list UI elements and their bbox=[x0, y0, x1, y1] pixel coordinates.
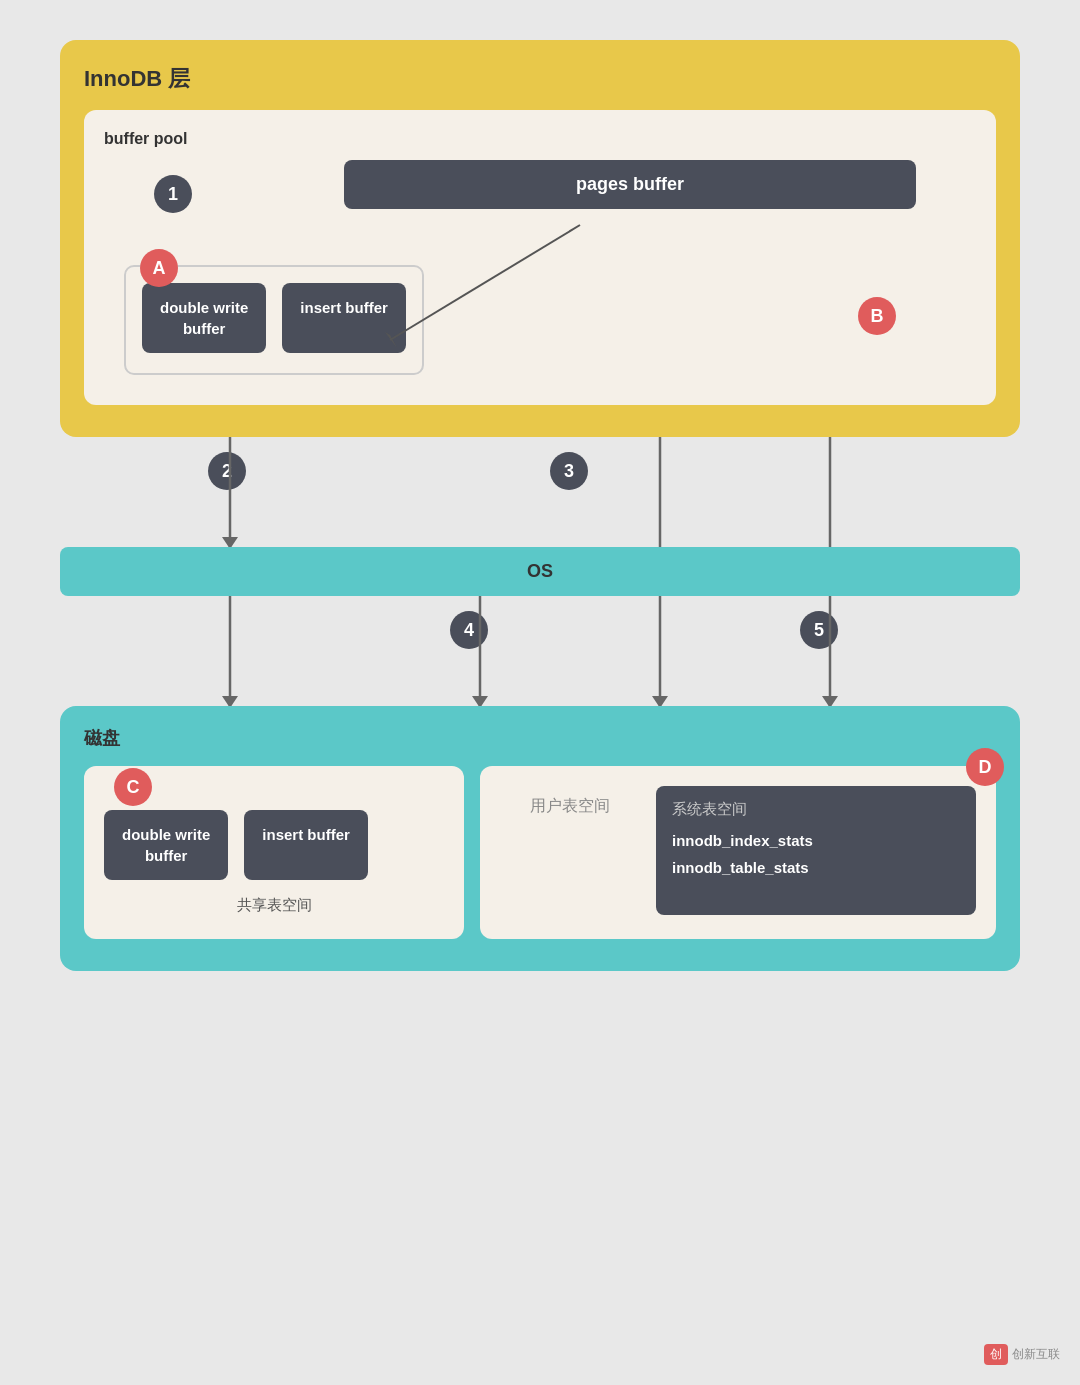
disk-inner: C double writebuffer insert buffer 共享表空间… bbox=[84, 766, 996, 939]
double-write-buffer-disk: double writebuffer bbox=[104, 810, 228, 880]
arrows-svg-2 bbox=[60, 596, 1020, 706]
pages-buffer-bar: pages buffer bbox=[344, 160, 916, 209]
badge-A: A bbox=[140, 249, 178, 287]
disk-section: 磁盘 C double writebuffer insert buffer 共享… bbox=[60, 706, 1020, 971]
badge-B: B bbox=[858, 297, 896, 335]
innodb-table-stats: innodb_table_stats bbox=[672, 854, 960, 881]
svg-marker-5 bbox=[222, 696, 238, 706]
badge-3: 3 bbox=[550, 452, 588, 490]
arrows-section-2: 4 5 bbox=[60, 596, 1020, 706]
buffer-pool-label: buffer pool bbox=[104, 130, 976, 148]
os-bar: OS bbox=[60, 547, 1020, 596]
user-system-space: D 用户表空间 系统表空间 innodb_index_stats innodb_… bbox=[480, 766, 996, 939]
system-tablespace: 系统表空间 innodb_index_stats innodb_table_st… bbox=[656, 786, 976, 915]
insert-buffer-disk: insert buffer bbox=[244, 810, 368, 880]
arrows-svg-1 bbox=[60, 437, 1020, 547]
buffer-pool: buffer pool pages buffer 1 A bbox=[84, 110, 996, 405]
shared-space: C double writebuffer insert buffer 共享表空间 bbox=[84, 766, 464, 939]
left-section: A double writebuffer insert buffer bbox=[124, 235, 424, 375]
inner-box: A double writebuffer insert buffer bbox=[124, 265, 424, 375]
badge-4: 4 bbox=[450, 611, 488, 649]
watermark: 创 创新互联 bbox=[984, 1344, 1060, 1365]
right-section: B bbox=[424, 225, 976, 345]
svg-marker-11 bbox=[822, 696, 838, 706]
insert-buffer-pool: insert buffer bbox=[282, 283, 406, 353]
svg-marker-1 bbox=[222, 537, 238, 547]
badge-5: 5 bbox=[800, 611, 838, 649]
arrows-section-1: 2 3 bbox=[60, 437, 1020, 547]
badge-1: 1 bbox=[154, 175, 192, 213]
watermark-label: 创新互联 bbox=[1012, 1346, 1060, 1363]
disk-label: 磁盘 bbox=[84, 726, 996, 750]
badge-2: 2 bbox=[208, 452, 246, 490]
innodb-layer: InnoDB 层 buffer pool pages buffer 1 bbox=[60, 40, 1020, 437]
badge-D: D bbox=[966, 748, 1004, 786]
watermark-icon: 创 bbox=[984, 1344, 1008, 1365]
main-diagram: InnoDB 层 buffer pool pages buffer 1 bbox=[60, 40, 1020, 971]
buffer-items: double writebuffer insert buffer bbox=[142, 283, 406, 353]
svg-marker-7 bbox=[472, 696, 488, 706]
buffer-pool-inner: 1 A double writebuffer insert buffer bbox=[104, 225, 976, 375]
shared-buffer-items: double writebuffer insert buffer bbox=[104, 810, 444, 880]
double-write-buffer-pool: double writebuffer bbox=[142, 283, 266, 353]
user-tablespace: 用户表空间 bbox=[500, 786, 640, 915]
badge-C: C bbox=[114, 768, 152, 806]
innodb-label: InnoDB 层 bbox=[84, 64, 996, 94]
innodb-index-stats: innodb_index_stats bbox=[672, 827, 960, 854]
system-tablespace-title: 系统表空间 bbox=[672, 800, 960, 819]
os-label: OS bbox=[527, 561, 553, 581]
svg-marker-9 bbox=[652, 696, 668, 706]
user-tablespace-label: 用户表空间 bbox=[530, 796, 610, 817]
shared-space-label: 共享表空间 bbox=[104, 896, 444, 915]
system-tablespace-items: innodb_index_stats innodb_table_stats bbox=[672, 827, 960, 881]
